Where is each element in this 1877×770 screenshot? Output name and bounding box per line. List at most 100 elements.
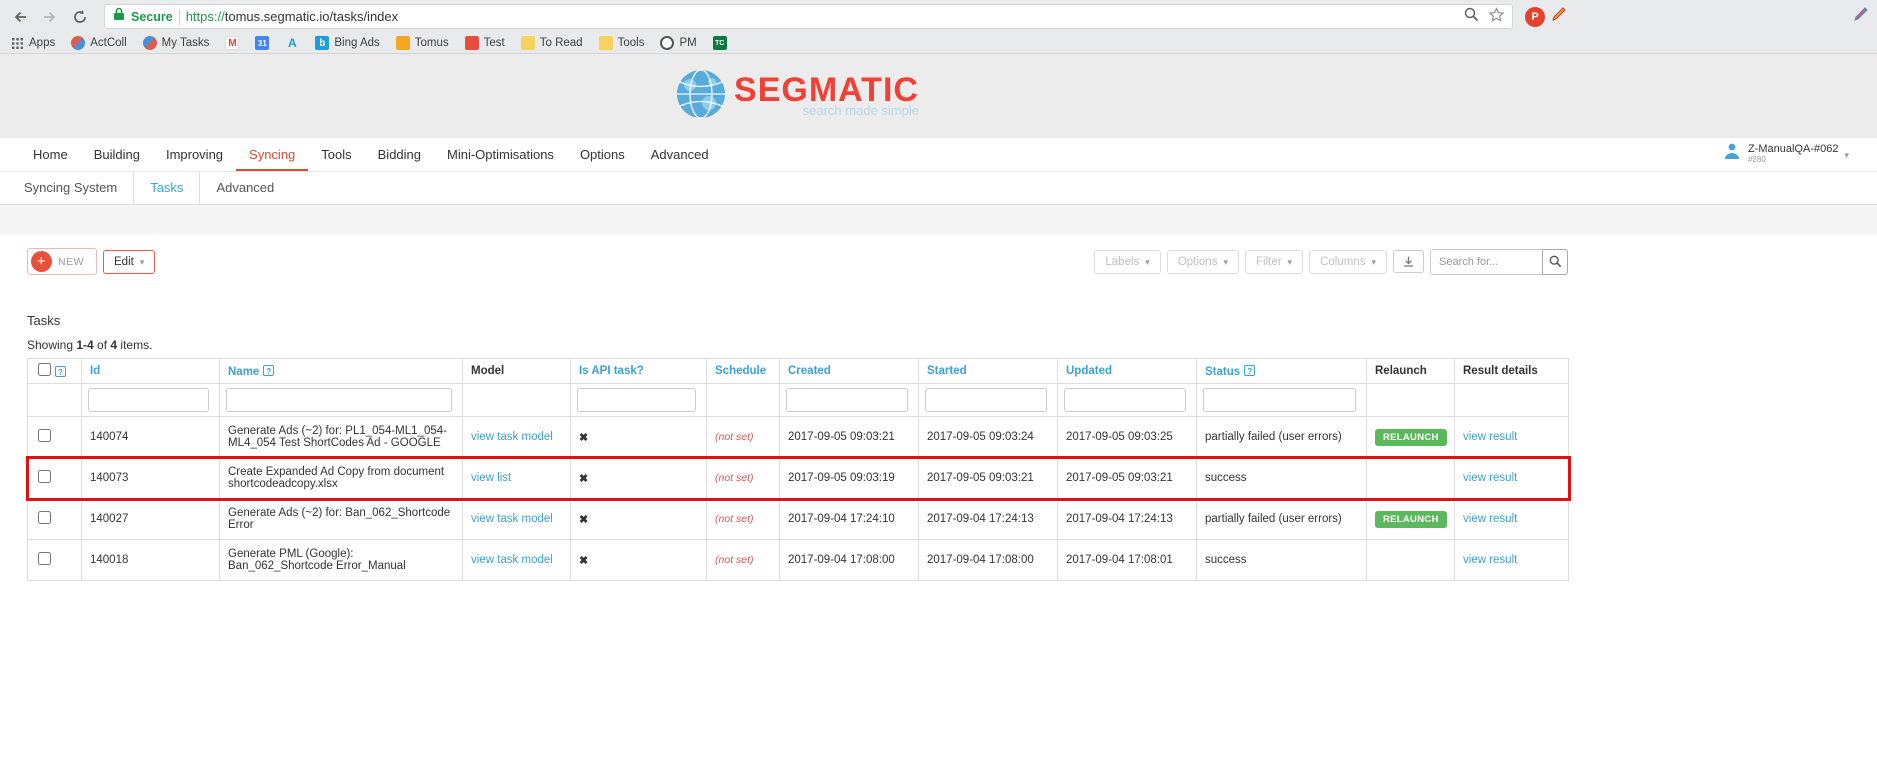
user-menu[interactable]: Z-ManualQA-#062 #280 [1722, 141, 1849, 166]
bookmark-tomus[interactable]: Tomus [395, 36, 449, 50]
sort-started[interactable]: Started [927, 365, 967, 377]
options-button[interactable]: Options [1166, 249, 1239, 274]
bookmark-test[interactable]: Test [464, 36, 505, 50]
nav-item-bidding[interactable]: Bidding [365, 138, 434, 171]
back-icon[interactable] [8, 5, 32, 29]
row-checkbox[interactable] [38, 429, 51, 442]
bookmark-calendar[interactable]: 31 [255, 36, 270, 50]
view-task-model-link[interactable]: view task model [471, 431, 553, 443]
columns-button[interactable]: Columns [1309, 249, 1387, 274]
tab-syncing-system[interactable]: Syncing System [8, 172, 133, 204]
search-input[interactable] [1430, 248, 1542, 275]
bookmark-tools[interactable]: Tools [598, 36, 644, 50]
row-checkbox[interactable] [38, 552, 51, 565]
sort-created[interactable]: Created [788, 365, 831, 377]
sort-updated[interactable]: Updated [1066, 365, 1112, 377]
help-icon[interactable] [55, 366, 66, 377]
filter-updated-input[interactable] [1064, 388, 1186, 412]
view-result-link[interactable]: view result [1463, 554, 1517, 566]
bing-icon: b [315, 36, 330, 50]
view-task-model-link[interactable]: view task model [471, 513, 553, 525]
filter-button[interactable]: Filter [1244, 249, 1304, 274]
sort-is-api-task[interactable]: Is API task? [579, 365, 644, 377]
bookmark-a[interactable]: A [285, 36, 299, 50]
nav-item-syncing[interactable]: Syncing [236, 138, 309, 171]
apps-grid-icon [10, 36, 24, 50]
view-task-model-link[interactable]: view task model [471, 554, 553, 566]
forward-icon[interactable] [38, 5, 62, 29]
cell-updated: 2017-09-04 17:24:13 [1057, 498, 1197, 540]
bookmark-label: Apps [29, 37, 56, 49]
chevron-down-icon [1145, 256, 1150, 268]
nav-item-options[interactable]: Options [567, 138, 638, 171]
bookmark-star-icon[interactable] [1488, 6, 1505, 27]
view-result-link[interactable]: view result [1463, 431, 1517, 443]
cell-is-api-task: ✖ [570, 457, 707, 499]
browser-menu-pen-icon[interactable] [1853, 6, 1869, 27]
table-row: 140018 Generate PML (Google): Ban_062_Sh… [27, 539, 1569, 581]
nav-item-building[interactable]: Building [81, 138, 153, 171]
grid-summary: Showing 1-4 of 4 items. [27, 338, 153, 352]
cell-created: 2017-09-04 17:24:10 [779, 498, 919, 540]
row-checkbox[interactable] [38, 470, 51, 483]
bookmark-tc[interactable]: TC [712, 36, 727, 50]
browser-toolbar: Secure https://tomus.segmatic.io/tasks/i… [0, 0, 1877, 33]
tab-advanced[interactable]: Advanced [200, 172, 290, 204]
relaunch-button[interactable]: RELAUNCH [1375, 428, 1447, 446]
new-button[interactable]: + NEW [27, 248, 97, 275]
extension-pen-icon[interactable] [1551, 6, 1567, 27]
row-checkbox[interactable] [38, 511, 51, 524]
download-button[interactable] [1393, 250, 1424, 273]
cell-is-api-task: ✖ [570, 416, 707, 458]
filter-id-input[interactable] [88, 388, 209, 412]
cell-status: success [1196, 539, 1367, 581]
filter-name-input[interactable] [226, 388, 452, 412]
filter-status-input[interactable] [1203, 388, 1356, 412]
sort-id[interactable]: Id [90, 365, 100, 377]
cell-created: 2017-09-04 17:08:00 [779, 539, 919, 581]
bookmark-my-tasks[interactable]: My Tasks [142, 36, 209, 50]
cell-status: partially failed (user errors) [1196, 416, 1367, 458]
nav-item-tools[interactable]: Tools [308, 138, 364, 171]
main-nav: Home Building Improving Syncing Tools Bi… [0, 138, 1877, 172]
nav-item-mini-optimisations[interactable]: Mini-Optimisations [434, 138, 567, 171]
cell-started: 2017-09-05 09:03:21 [918, 457, 1058, 499]
search-button[interactable] [1542, 248, 1568, 275]
bookmark-actcoll[interactable]: ActColl [71, 36, 127, 50]
nav-item-home[interactable]: Home [20, 138, 81, 171]
sort-name[interactable]: Name [228, 366, 259, 378]
sort-status[interactable]: Status [1205, 366, 1240, 378]
bookmark-gmail[interactable]: M [225, 36, 240, 50]
filter-created-input[interactable] [786, 388, 908, 412]
view-result-link[interactable]: view result [1463, 472, 1517, 484]
extension-p-icon[interactable]: P [1525, 6, 1545, 27]
cell-created: 2017-09-05 09:03:21 [779, 416, 919, 458]
view-list-link[interactable]: view list [471, 472, 511, 484]
bookmark-bing-ads[interactable]: b Bing Ads [315, 36, 380, 50]
cell-name: Generate Ads (~2) for: PL1_054-ML1_054-M… [219, 416, 463, 458]
bookmark-pm[interactable]: PM [660, 36, 697, 50]
nav-item-improving[interactable]: Improving [153, 138, 236, 171]
labels-button[interactable]: Labels [1094, 249, 1161, 274]
filter-api-input[interactable] [577, 388, 696, 412]
view-result-link[interactable]: view result [1463, 513, 1517, 525]
content: + NEW Edit Labels Options Filte [25, 248, 1571, 581]
select-all-checkbox[interactable] [38, 363, 51, 376]
relaunch-button[interactable]: RELAUNCH [1375, 510, 1447, 528]
column-model: Model [471, 365, 505, 377]
address-bar[interactable]: Secure https://tomus.segmatic.io/tasks/i… [104, 4, 1513, 29]
filter-started-input[interactable] [925, 388, 1047, 412]
tab-tasks[interactable]: Tasks [133, 172, 201, 204]
user-name: Z-ManualQA-#062 [1747, 143, 1839, 155]
help-icon[interactable] [1244, 364, 1256, 376]
nav-item-advanced[interactable]: Advanced [638, 138, 722, 171]
zoom-icon[interactable] [1464, 7, 1479, 27]
edit-button[interactable]: Edit [103, 249, 156, 274]
logo: SEGMATIC search made simple [27, 54, 1568, 138]
bookmark-to-read[interactable]: To Read [520, 36, 583, 50]
sort-schedule[interactable]: Schedule [715, 365, 766, 377]
reload-icon[interactable] [68, 5, 92, 29]
bookmark-apps[interactable]: Apps [10, 36, 55, 50]
help-icon[interactable] [263, 364, 275, 376]
browser-chrome: Secure https://tomus.segmatic.io/tasks/i… [0, 0, 1877, 54]
